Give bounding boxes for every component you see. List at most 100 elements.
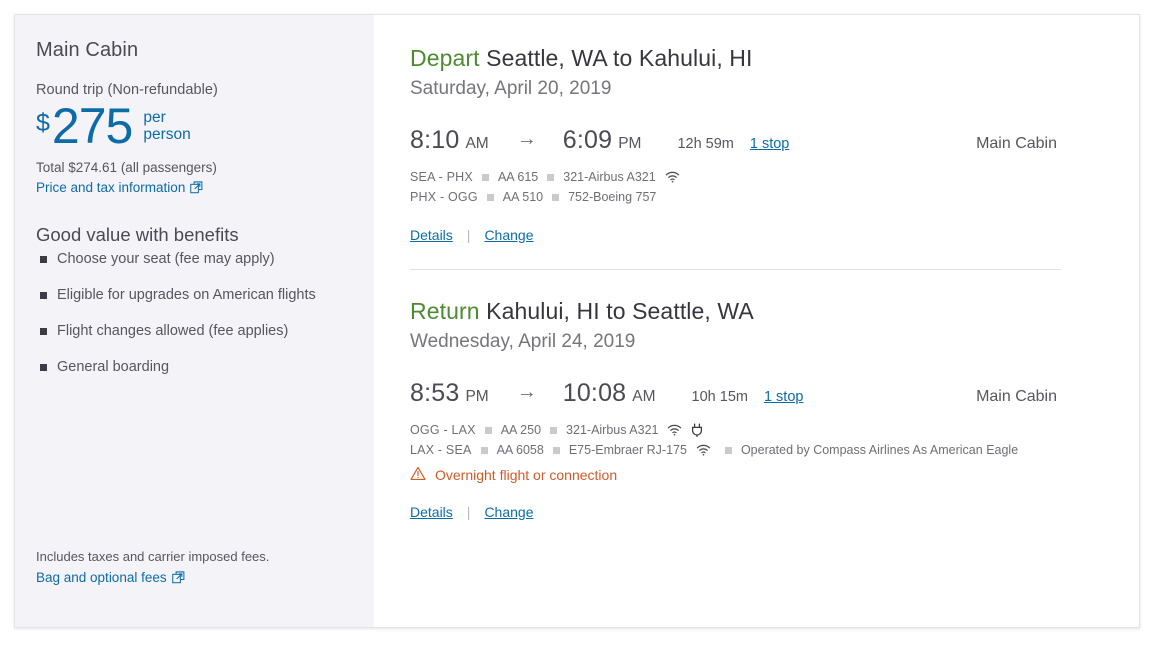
separator-square-icon — [547, 173, 555, 181]
sidebar-footer: Includes taxes and carrier imposed fees.… — [36, 549, 269, 587]
return-departure-meridiem: PM — [465, 388, 489, 405]
depart-stops-link[interactable]: 1 stop — [750, 136, 790, 152]
return-leg-route: Kahului, HI to Seattle, WA — [479, 298, 754, 324]
depart-actions: Details | Change — [410, 227, 1109, 243]
separator-square-icon — [724, 446, 732, 454]
price-unit-line2: person — [143, 126, 191, 143]
separator-square-icon — [486, 193, 494, 201]
currency-symbol: $ — [36, 109, 50, 137]
price-unit: per person — [143, 109, 190, 143]
price-amount: 275 — [51, 98, 133, 154]
return-arrival-meridiem: AM — [632, 388, 656, 405]
segment-flight-number: AA 250 — [500, 423, 542, 437]
cabin-title: Main Cabin — [36, 39, 139, 61]
return-leg-date: Wednesday, April 24, 2019 — [410, 331, 636, 352]
benefit-item: Flight changes allowed (fee applies) — [36, 322, 352, 340]
segment-row: PHX - OGG AA 510 752-Boeing 757 — [410, 187, 1109, 207]
action-separator: | — [466, 227, 471, 243]
action-separator: | — [466, 504, 471, 520]
separator-square-icon — [484, 426, 492, 434]
depart-leg-date: Saturday, April 20, 2019 — [410, 78, 612, 99]
depart-leg-title: Depart Seattle, WA to Kahului, HI — [410, 43, 1109, 73]
trip-type-label: Round trip (Non-refundable) — [36, 82, 218, 98]
benefit-item: General boarding — [36, 358, 352, 376]
return-departure-time: 8:53 — [410, 379, 460, 407]
segment-row: LAX - SEA AA 6058 E75-Embraer RJ-175 Ope… — [410, 440, 1109, 460]
separator-square-icon — [550, 426, 558, 434]
bullet-square-icon — [40, 328, 47, 335]
bullet-square-icon — [40, 256, 47, 263]
depart-leg: Depart Seattle, WA to Kahului, HI Saturd… — [410, 43, 1109, 270]
segment-aircraft: 321-Airbus A321 — [563, 170, 656, 184]
return-segments: OGG - LAX AA 250 321-Airbus A321 LAX - S… — [410, 420, 1109, 460]
external-link-icon — [171, 571, 185, 584]
benefit-item: Choose your seat (fee may apply) — [36, 250, 352, 268]
segment-route: PHX - OGG — [410, 190, 478, 204]
external-link-icon — [190, 181, 203, 194]
taxes-and-fees-note: Includes taxes and carrier imposed fees. — [36, 549, 270, 564]
depart-leg-route: Seattle, WA to Kahului, HI — [479, 45, 753, 71]
segment-route: LAX - SEA — [410, 443, 472, 457]
arrow-right-icon: → — [516, 381, 537, 403]
total-price-label: Total $274.61 (all passengers) — [36, 160, 217, 175]
segment-flight-number: AA 6058 — [496, 443, 544, 457]
separator-square-icon — [481, 173, 489, 181]
segment-route: SEA - PHX — [410, 170, 473, 184]
benefit-item: Eligible for upgrades on American flight… — [36, 286, 352, 304]
benefit-label: General boarding — [57, 359, 170, 375]
segment-flight-number: AA 510 — [502, 190, 544, 204]
benefits-list: Choose your seat (fee may apply) Eligibl… — [36, 250, 352, 376]
segment-aircraft: E75-Embraer RJ-175 — [568, 443, 687, 457]
price-and-tax-information-link[interactable]: Price and tax information — [36, 180, 203, 195]
overnight-warning-label: Overnight flight or connection — [435, 467, 618, 483]
segment-flight-number: AA 615 — [497, 170, 539, 184]
separator-square-icon — [552, 193, 560, 201]
segment-aircraft: 321-Airbus A321 — [566, 423, 659, 437]
benefit-label: Flight changes allowed (fee applies) — [57, 323, 289, 339]
benefit-label: Eligible for upgrades on American flight… — [57, 287, 316, 303]
return-actions: Details | Change — [410, 504, 1109, 520]
wifi-icon — [696, 444, 711, 456]
leg-divider — [410, 269, 1061, 270]
return-leg-kind: Return — [410, 298, 480, 324]
depart-arrival-meridiem: PM — [618, 135, 642, 152]
depart-arrival-time: 6:09 — [562, 126, 613, 154]
wifi-icon — [665, 171, 680, 183]
return-times-row: 8:53 PM → 10:08 AM 10h 15m 1 stop Main C… — [410, 379, 1109, 408]
depart-details-link[interactable]: Details — [410, 227, 453, 243]
depart-duration: 12h 59m — [677, 136, 734, 152]
fare-sidebar: Main Cabin Round trip (Non-refundable) $… — [15, 15, 374, 627]
itinerary-panel: Depart Seattle, WA to Kahului, HI Saturd… — [374, 15, 1139, 627]
return-duration: 10h 15m — [691, 389, 748, 405]
return-stops-link[interactable]: 1 stop — [764, 389, 804, 405]
price-and-tax-information-label: Price and tax information — [36, 180, 186, 195]
segment-aircraft: 752-Boeing 757 — [568, 190, 657, 204]
overnight-warning: Overnight flight or connection — [410, 466, 1109, 484]
flight-summary-card: Main Cabin Round trip (Non-refundable) $… — [14, 14, 1140, 628]
depart-change-link[interactable]: Change — [484, 227, 533, 243]
bullet-square-icon — [40, 292, 47, 299]
return-leg: Return Kahului, HI to Seattle, WA Wednes… — [410, 296, 1109, 520]
bag-and-optional-fees-label: Bag and optional fees — [36, 570, 167, 585]
return-details-link[interactable]: Details — [410, 504, 453, 520]
segment-operated-by: Operated by Compass Airlines As American… — [740, 443, 1019, 457]
segment-row: SEA - PHX AA 615 321-Airbus A321 — [410, 167, 1109, 187]
power-outlet-icon — [691, 423, 703, 437]
separator-square-icon — [480, 446, 488, 454]
depart-leg-kind: Depart — [410, 45, 480, 71]
return-cabin-label: Main Cabin — [976, 388, 1057, 405]
price-unit-line1: per — [143, 109, 166, 126]
depart-departure-time: 8:10 — [410, 126, 460, 154]
depart-cabin-label: Main Cabin — [976, 135, 1057, 152]
wifi-icon — [667, 424, 682, 436]
price-block: $ 275 per person — [36, 101, 352, 151]
segment-row: OGG - LAX AA 250 321-Airbus A321 — [410, 420, 1109, 440]
segment-route: OGG - LAX — [410, 423, 476, 437]
return-leg-title: Return Kahului, HI to Seattle, WA — [410, 296, 1109, 326]
return-change-link[interactable]: Change — [484, 504, 533, 520]
bag-and-optional-fees-link[interactable]: Bag and optional fees — [36, 570, 185, 585]
return-arrival-time: 10:08 — [562, 379, 627, 407]
bullet-square-icon — [40, 364, 47, 371]
benefits-title: Good value with benefits — [36, 224, 239, 245]
benefit-label: Choose your seat (fee may apply) — [57, 251, 275, 267]
